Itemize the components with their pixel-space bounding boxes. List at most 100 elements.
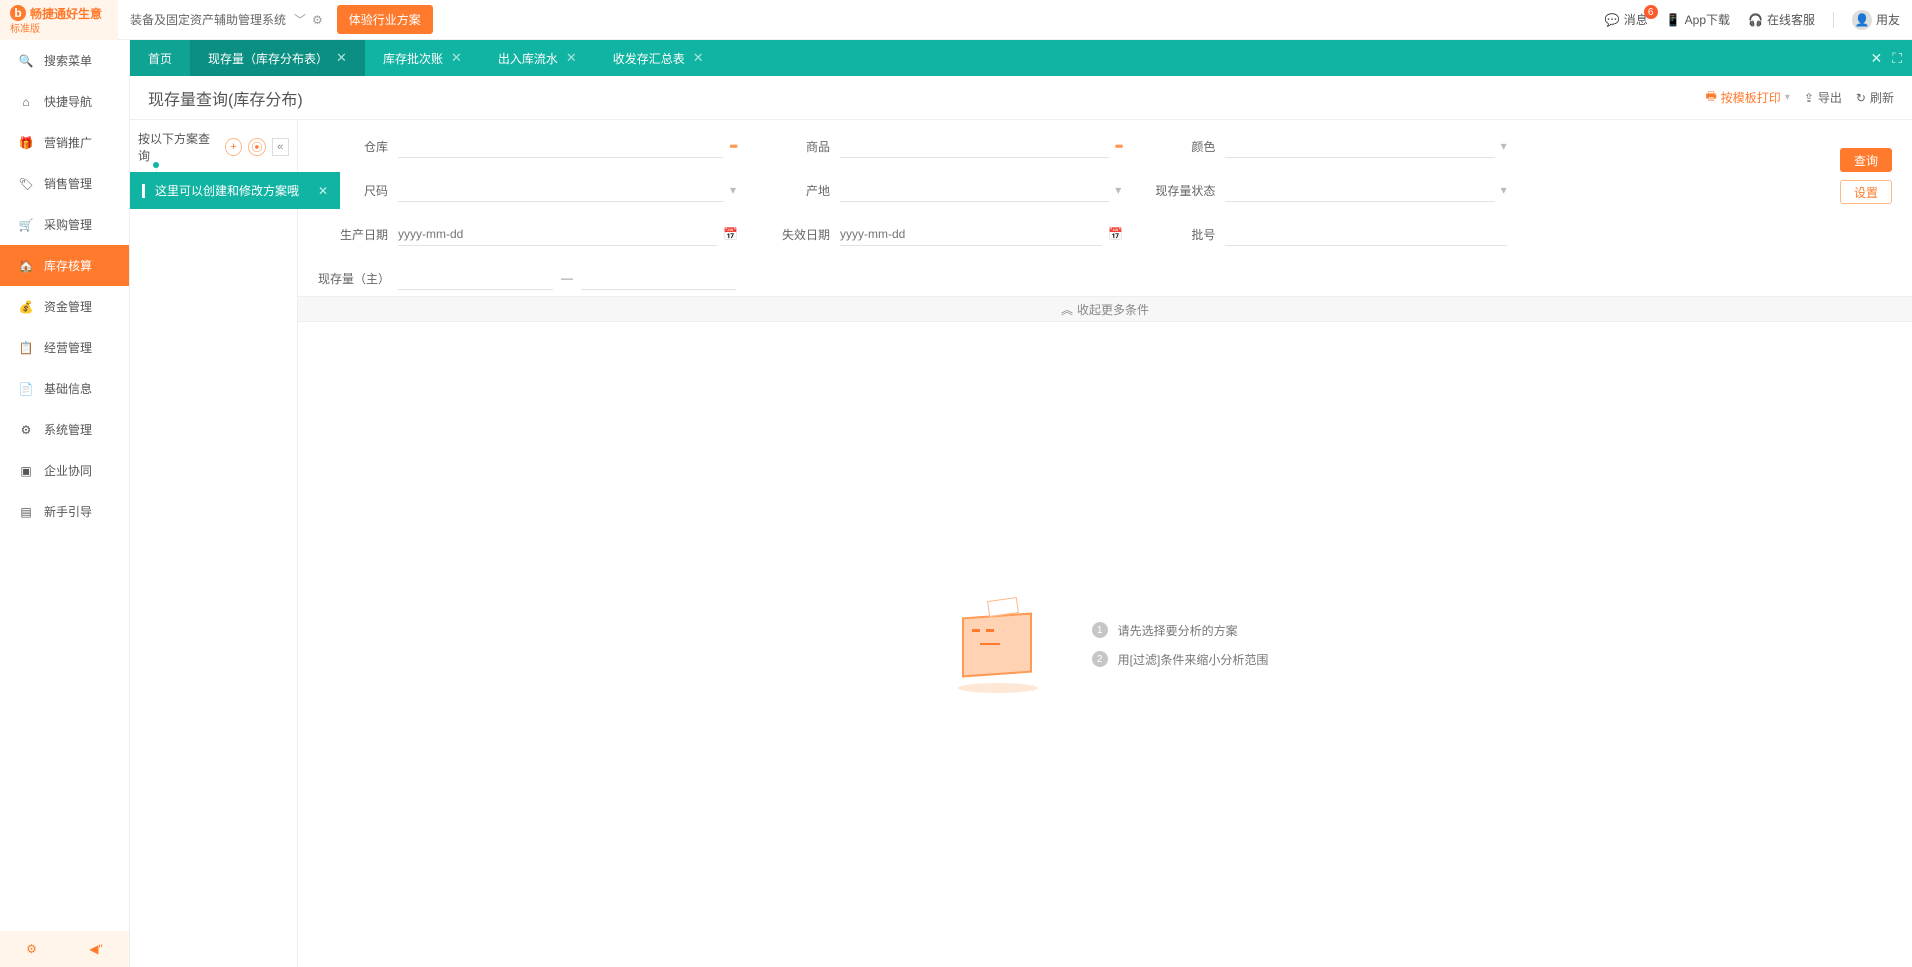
filter-label: 批号 — [1145, 226, 1225, 243]
messages-link[interactable]: 💬 消息 6 — [1605, 11, 1648, 28]
tag-icon: 🏷 — [18, 176, 34, 192]
filter-label: 产地 — [760, 182, 840, 199]
print-button[interactable]: 🖶按模板打印▾ — [1705, 87, 1789, 108]
filter-warehouse: 仓库 ••• — [318, 134, 736, 158]
tab-inout-flow[interactable]: 出入库流水 ✕ — [480, 40, 595, 76]
close-icon[interactable]: ✕ — [451, 50, 462, 66]
close-icon[interactable]: ✕ — [566, 50, 577, 66]
app-download-link[interactable]: 📱 App下载 — [1666, 11, 1730, 28]
sidebar-item-business[interactable]: 📋经营管理 — [0, 327, 129, 368]
tip-text: 这里可以创建和修改方案哦 — [155, 182, 299, 199]
sidebar-item-label: 销售管理 — [44, 175, 92, 192]
cart-icon: 🛒 — [18, 217, 34, 233]
close-all-tabs-icon[interactable]: ✕ — [1870, 50, 1882, 67]
sidebar-item-label: 搜索菜单 — [44, 52, 92, 69]
chevron-down-icon[interactable]: ▾ — [1501, 183, 1507, 197]
sidebar-item-sales[interactable]: 🏷 销售管理 — [0, 163, 129, 204]
color-input[interactable] — [1225, 134, 1494, 158]
filter-stock-status: 现存量状态 ▾ — [1145, 178, 1506, 202]
export-button[interactable]: ⇪导出 — [1804, 89, 1842, 106]
stock-status-input[interactable] — [1225, 178, 1494, 202]
step-number-icon: 1 — [1092, 622, 1108, 638]
sidebar-item-system[interactable]: ⚙系统管理 — [0, 409, 129, 450]
divider — [1833, 12, 1834, 28]
sidebar-item-collab[interactable]: ▣企业协同 — [0, 450, 129, 491]
tab-label: 出入库流水 — [498, 50, 558, 67]
calendar-icon[interactable]: 📅 — [1108, 227, 1121, 241]
settings-icon[interactable]: ⚙ — [26, 942, 37, 956]
prod-date-input[interactable] — [398, 222, 717, 246]
refresh-label: 刷新 — [1870, 89, 1894, 106]
sidebar-item-purchase[interactable]: 🛒采购管理 — [0, 204, 129, 245]
logo-area[interactable]: b 畅捷通好生意 标准版 — [0, 0, 118, 40]
qty-from-input[interactable] — [398, 266, 553, 290]
collapse-panel-button[interactable]: « — [272, 138, 289, 156]
collapse-sidebar-icon[interactable]: ◀" — [89, 942, 103, 956]
home-icon: ⌂ — [18, 94, 34, 110]
more-icon[interactable]: ••• — [1115, 139, 1122, 153]
sidebar-item-marketing[interactable]: 🎁营销推广 — [0, 122, 129, 163]
chevron-down-icon[interactable]: ▾ — [1115, 183, 1121, 197]
close-icon[interactable]: ✕ — [336, 50, 347, 66]
filter-prod-date: 生产日期 📅 — [318, 222, 736, 246]
sidebar-item-label: 营销推广 — [44, 134, 92, 151]
collapse-filters-button[interactable]: ︽ 收起更多条件 — [298, 296, 1912, 322]
experience-button[interactable]: 体验行业方案 — [337, 5, 433, 34]
logo-subtext: 标准版 — [10, 20, 118, 35]
export-icon: ⇪ — [1804, 91, 1814, 105]
qty-to-input[interactable] — [581, 266, 736, 290]
tab-stock-distribution[interactable]: 现存量（库存分布表）✕ — [190, 40, 365, 76]
expire-date-input[interactable] — [840, 222, 1102, 246]
sidebar-item-label: 系统管理 — [44, 421, 92, 438]
sidebar-item-search-menu[interactable]: 🔍搜索菜单 — [0, 40, 129, 81]
clipboard-icon: 📋 — [18, 340, 34, 356]
filter-label: 生产日期 — [318, 226, 398, 243]
header-right: 💬 消息 6 📱 App下载 🎧 在线客服 👤 用友 — [1605, 10, 1900, 30]
step-text: 用[过滤]条件来缩小分析范围 — [1118, 651, 1269, 668]
sidebar-item-inventory[interactable]: 🏠库存核算 — [0, 245, 129, 286]
print-icon: 🖶 — [1705, 87, 1716, 108]
sidebar-item-guide[interactable]: ▤新手引导 — [0, 491, 129, 532]
warehouse-input[interactable] — [398, 134, 723, 158]
filter-label: 失效日期 — [760, 226, 840, 243]
add-scheme-button[interactable]: + — [225, 138, 242, 156]
origin-input[interactable] — [840, 178, 1109, 202]
gear-icon[interactable]: ⚙ — [312, 13, 323, 27]
doc-icon: 📄 — [18, 381, 34, 397]
more-icon[interactable]: ••• — [729, 139, 736, 153]
step-text: 请先选择要分析的方案 — [1118, 622, 1238, 639]
sidebar-item-label: 快捷导航 — [44, 93, 92, 110]
chevron-down-icon[interactable]: ▾ — [730, 183, 736, 197]
user-menu[interactable]: 👤 用友 — [1852, 10, 1900, 30]
sidebar-item-funds[interactable]: 💰资金管理 — [0, 286, 129, 327]
close-icon[interactable]: ✕ — [693, 50, 704, 66]
tab-summary[interactable]: 收发存汇总表✕ — [595, 40, 722, 76]
calendar-icon[interactable]: 📅 — [723, 227, 736, 241]
sidebar: 🔍搜索菜单 ⌂ 快捷导航 🎁营销推广 🏷 销售管理 🛒采购管理 🏠库存核算 💰资金管… — [0, 40, 130, 967]
tab-batch-ledger[interactable]: 库存批次账✕ — [365, 40, 480, 76]
filter-label: 商品 — [760, 138, 840, 155]
close-tip-icon[interactable]: ✕ — [318, 184, 328, 198]
sidebar-item-basic-info[interactable]: 📄基础信息 — [0, 368, 129, 409]
filter-qty-main: 现存量（主） — — [318, 266, 736, 290]
scheme-title: 按以下方案查询 — [138, 130, 219, 164]
avatar-icon: 👤 — [1852, 10, 1872, 30]
goods-input[interactable] — [840, 134, 1109, 158]
query-button[interactable]: 查询 — [1840, 148, 1892, 172]
refresh-button[interactable]: ↻刷新 — [1856, 89, 1894, 106]
chevron-up-icon: ︽ — [1061, 301, 1073, 318]
scheme-settings-button[interactable]: ⦿ — [248, 138, 265, 156]
fullscreen-icon[interactable]: ⛶ — [1892, 50, 1902, 67]
tab-home[interactable]: 首页 — [130, 40, 190, 76]
filter-actions: 查询 设置 — [1840, 148, 1892, 204]
batch-input[interactable] — [1225, 222, 1506, 246]
system-selector[interactable]: 装备及固定资产辅助管理系统 ﹀ — [130, 11, 306, 28]
sidebar-item-quick-nav[interactable]: ⌂ 快捷导航 — [0, 81, 129, 122]
online-service-link[interactable]: 🎧 在线客服 — [1748, 11, 1815, 28]
size-input[interactable] — [398, 178, 724, 202]
sidebar-footer: ⚙ ◀" — [0, 931, 129, 967]
filter-expire-date: 失效日期 📅 — [760, 222, 1121, 246]
sidebar-item-label: 库存核算 — [44, 257, 92, 274]
chevron-down-icon[interactable]: ▾ — [1501, 139, 1507, 153]
settings-button[interactable]: 设置 — [1840, 180, 1892, 204]
